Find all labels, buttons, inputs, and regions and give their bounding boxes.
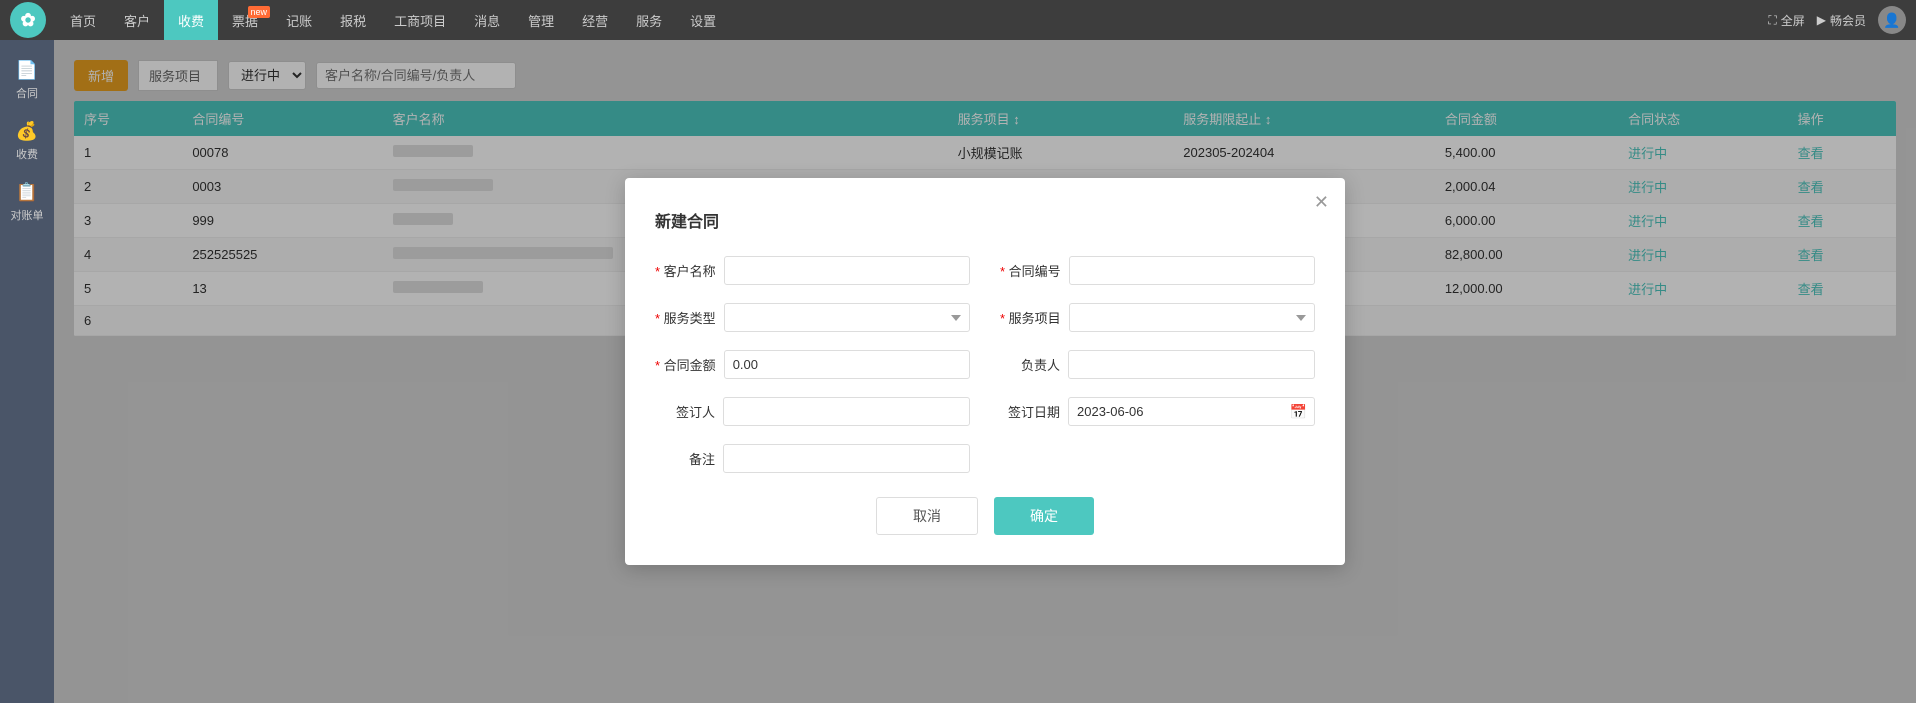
field-signer: 签订人 (655, 397, 970, 426)
nav-item-bookkeeping[interactable]: 记账 (272, 0, 326, 40)
nav-item-home[interactable]: 首页 (56, 0, 110, 40)
cancel-button[interactable]: 取消 (876, 497, 978, 535)
form-row-1: 客户名称 合同编号 (655, 256, 1315, 285)
field-sign-date: 签订日期 📅 (1000, 397, 1315, 426)
top-navigation: ✿ 首页 客户 收费 票据 new 记账 报税 工商项目 消息 管理 经营 服务… (0, 0, 1916, 40)
form-row-4: 签订人 签订日期 📅 (655, 397, 1315, 426)
field-service-item: 服务项目 (1000, 303, 1315, 332)
nav-items: 首页 客户 收费 票据 new 记账 报税 工商项目 消息 管理 经营 服务 设… (56, 0, 1768, 40)
field-remark: 备注 (655, 444, 970, 473)
service-type-label: 服务类型 (655, 308, 716, 327)
fullscreen-button[interactable]: ⛶ 全屏 (1768, 12, 1804, 29)
contract-no-label: 合同编号 (1000, 261, 1061, 280)
sign-date-label: 签订日期 (1000, 402, 1060, 421)
contract-amount-input[interactable] (724, 350, 970, 379)
service-type-select[interactable] (724, 303, 970, 332)
sidebar-item-contract[interactable]: 📄 合同 (0, 50, 54, 111)
remark-input[interactable] (723, 444, 970, 473)
fee-icon: 💰 (16, 121, 38, 142)
new-contract-modal: ✕ 新建合同 客户名称 合同编号 服务类型 (625, 178, 1345, 565)
app-logo: ✿ (10, 2, 46, 38)
main-layout: 📄 合同 💰 收费 📋 对账单 新增 服务项目 进行中 已完成 已取消 (0, 40, 1916, 703)
content-area: 新增 服务项目 进行中 已完成 已取消 序号 合同编号 客户名称 服务项目 ↕ … (54, 40, 1916, 703)
avatar[interactable]: 👤 (1878, 6, 1906, 34)
nav-item-fee[interactable]: 收费 (164, 0, 218, 40)
modal-title: 新建合同 (655, 208, 1315, 232)
nav-item-ticket[interactable]: 票据 new (218, 0, 272, 40)
modal-footer: 取消 确定 (655, 497, 1315, 535)
sign-date-input[interactable] (1068, 397, 1315, 426)
nav-item-tax[interactable]: 报税 (326, 0, 380, 40)
form-row-2: 服务类型 服务项目 (655, 303, 1315, 332)
form-row-3: 合同金额 负责人 (655, 350, 1315, 379)
confirm-button[interactable]: 确定 (994, 497, 1094, 535)
contract-icon: 📄 (16, 60, 38, 81)
field-customer-name: 客户名称 (655, 256, 970, 285)
nav-item-operation[interactable]: 经营 (568, 0, 622, 40)
signer-label: 签订人 (655, 402, 715, 421)
nav-right: ⛶ 全屏 ▶ 畅会员 👤 (1768, 6, 1906, 34)
responsible-label: 负责人 (1000, 355, 1060, 374)
nav-item-manage[interactable]: 管理 (514, 0, 568, 40)
calendar-icon[interactable]: 📅 (1290, 403, 1307, 420)
service-item-select[interactable] (1069, 303, 1315, 332)
close-button[interactable]: ✕ (1314, 192, 1329, 213)
field-responsible: 负责人 (1000, 350, 1315, 379)
sidebar: 📄 合同 💰 收费 📋 对账单 (0, 40, 54, 703)
field-contract-no: 合同编号 (1000, 256, 1315, 285)
sidebar-item-statement[interactable]: 📋 对账单 (0, 172, 54, 233)
signer-input[interactable] (723, 397, 970, 426)
form-row-5: 备注 (655, 444, 1315, 473)
responsible-input[interactable] (1068, 350, 1315, 379)
customer-name-input[interactable] (724, 256, 970, 285)
membership-button[interactable]: ▶ 畅会员 (1817, 12, 1866, 29)
contract-no-input[interactable] (1069, 256, 1315, 285)
new-badge: new (248, 6, 271, 18)
field-contract-amount: 合同金额 (655, 350, 970, 379)
customer-name-label: 客户名称 (655, 261, 716, 280)
statement-icon: 📋 (16, 182, 38, 203)
nav-item-message[interactable]: 消息 (460, 0, 514, 40)
contract-amount-label: 合同金额 (655, 355, 716, 374)
remark-label: 备注 (655, 449, 715, 468)
service-item-label: 服务项目 (1000, 308, 1061, 327)
modal-overlay: ✕ 新建合同 客户名称 合同编号 服务类型 (54, 40, 1916, 703)
field-service-type: 服务类型 (655, 303, 970, 332)
nav-item-settings[interactable]: 设置 (676, 0, 730, 40)
nav-item-service[interactable]: 服务 (622, 0, 676, 40)
nav-item-customer[interactable]: 客户 (110, 0, 164, 40)
nav-item-business[interactable]: 工商项目 (380, 0, 460, 40)
sidebar-item-fee[interactable]: 💰 收费 (0, 111, 54, 172)
